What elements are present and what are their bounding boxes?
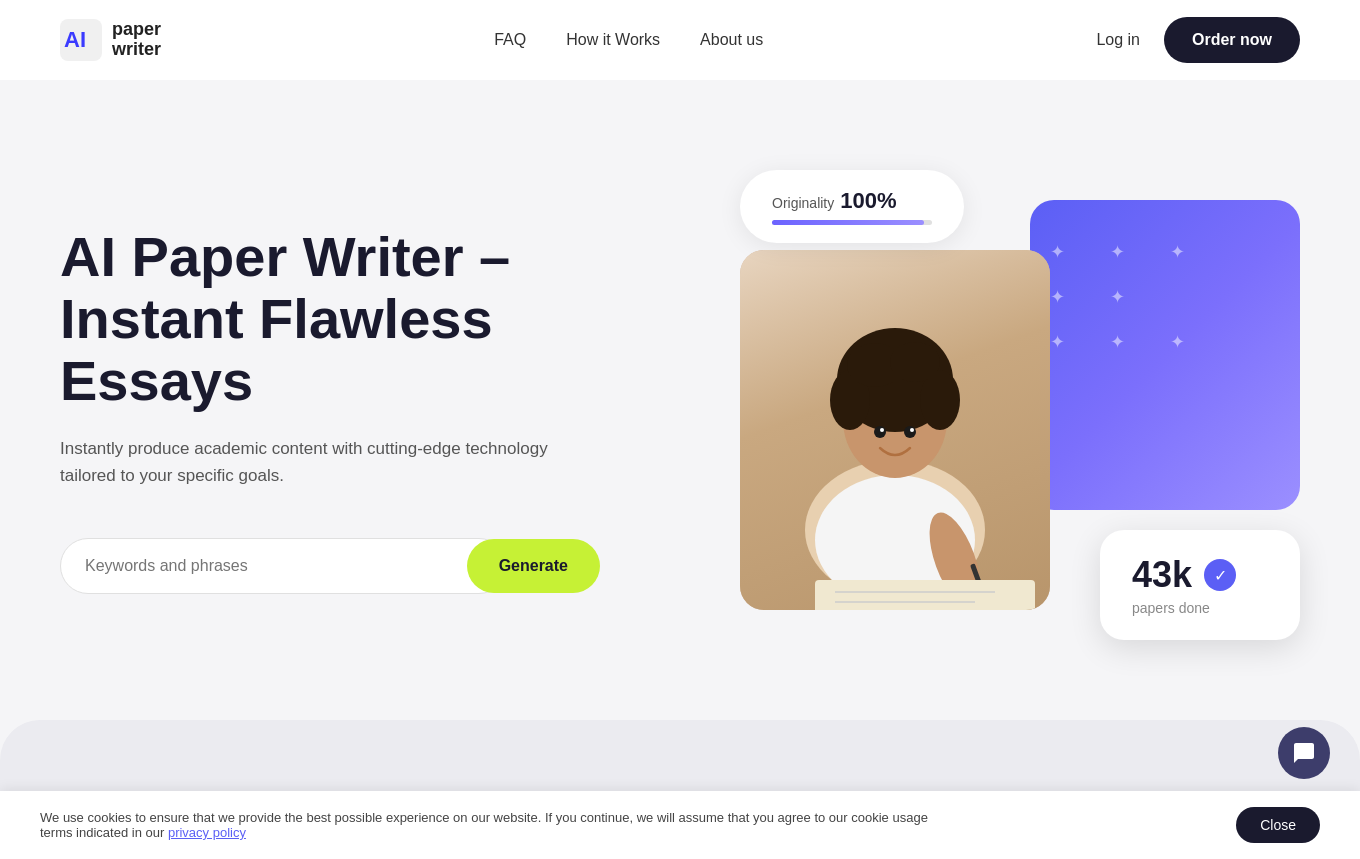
nav-right: Log in Order now: [1096, 17, 1300, 63]
hero-title-line1: AI Paper Writer –: [60, 225, 510, 288]
svg-point-15: [874, 426, 886, 438]
bg-decorative-card: [1030, 200, 1300, 510]
svg-text:AI: AI: [64, 27, 86, 52]
svg-rect-12: [815, 580, 1035, 610]
hero-title: AI Paper Writer – Instant Flawless Essay…: [60, 226, 700, 411]
originality-value: 100%: [840, 188, 896, 214]
cookie-buttons: Close: [1236, 807, 1320, 843]
svg-point-16: [904, 426, 916, 438]
chat-button[interactable]: [1278, 727, 1330, 779]
logo[interactable]: AI paper writer: [60, 19, 161, 61]
hero-left: AI Paper Writer – Instant Flawless Essay…: [60, 226, 700, 593]
person-writing-svg: [755, 270, 1035, 610]
cookie-privacy-link[interactable]: privacy policy: [168, 825, 246, 840]
stats-number: 43k: [1132, 554, 1192, 596]
cookie-text: We use cookies to ensure that we provide…: [40, 810, 940, 840]
cookie-banner: We use cookies to ensure that we provide…: [0, 791, 1360, 859]
svg-point-9: [890, 342, 940, 382]
nav-how-works[interactable]: How it Works: [566, 31, 660, 48]
navbar: AI paper writer FAQ How it Works About u…: [0, 0, 1360, 80]
nav-faq[interactable]: FAQ: [494, 31, 526, 48]
logo-paper: paper: [112, 20, 161, 40]
hero-subtitle: Instantly produce academic content with …: [60, 435, 560, 489]
originality-label: Originality: [772, 195, 834, 211]
login-button[interactable]: Log in: [1096, 31, 1140, 49]
stats-card: 43k ✓ papers done: [1100, 530, 1300, 640]
hero-title-line2: Instant Flawless Essays: [60, 287, 493, 412]
search-bar: Generate: [60, 538, 600, 594]
svg-point-17: [880, 428, 884, 432]
stats-row: 43k ✓: [1132, 554, 1268, 596]
photo-placeholder: [740, 250, 1050, 610]
svg-point-18: [910, 428, 914, 432]
generate-button[interactable]: Generate: [467, 539, 600, 593]
close-cookie-button[interactable]: Close: [1236, 807, 1320, 843]
hero-right: Originality 100%: [740, 170, 1300, 650]
nav-about[interactable]: About us: [700, 31, 763, 48]
nav-links: FAQ How it Works About us: [494, 31, 763, 49]
originality-bar: [772, 220, 932, 225]
keywords-input[interactable]: [60, 538, 507, 594]
hero-section: AI Paper Writer – Instant Flawless Essay…: [0, 80, 1360, 720]
originality-card: Originality 100%: [740, 170, 964, 243]
stats-label: papers done: [1132, 600, 1268, 616]
chat-icon: [1292, 741, 1316, 765]
order-button[interactable]: Order now: [1164, 17, 1300, 63]
hero-photo-card: [740, 250, 1050, 610]
stats-check-icon: ✓: [1204, 559, 1236, 591]
logo-writer: writer: [112, 40, 161, 60]
logo-text: paper writer: [112, 20, 161, 60]
originality-bar-fill: [772, 220, 924, 225]
logo-icon: AI: [60, 19, 102, 61]
